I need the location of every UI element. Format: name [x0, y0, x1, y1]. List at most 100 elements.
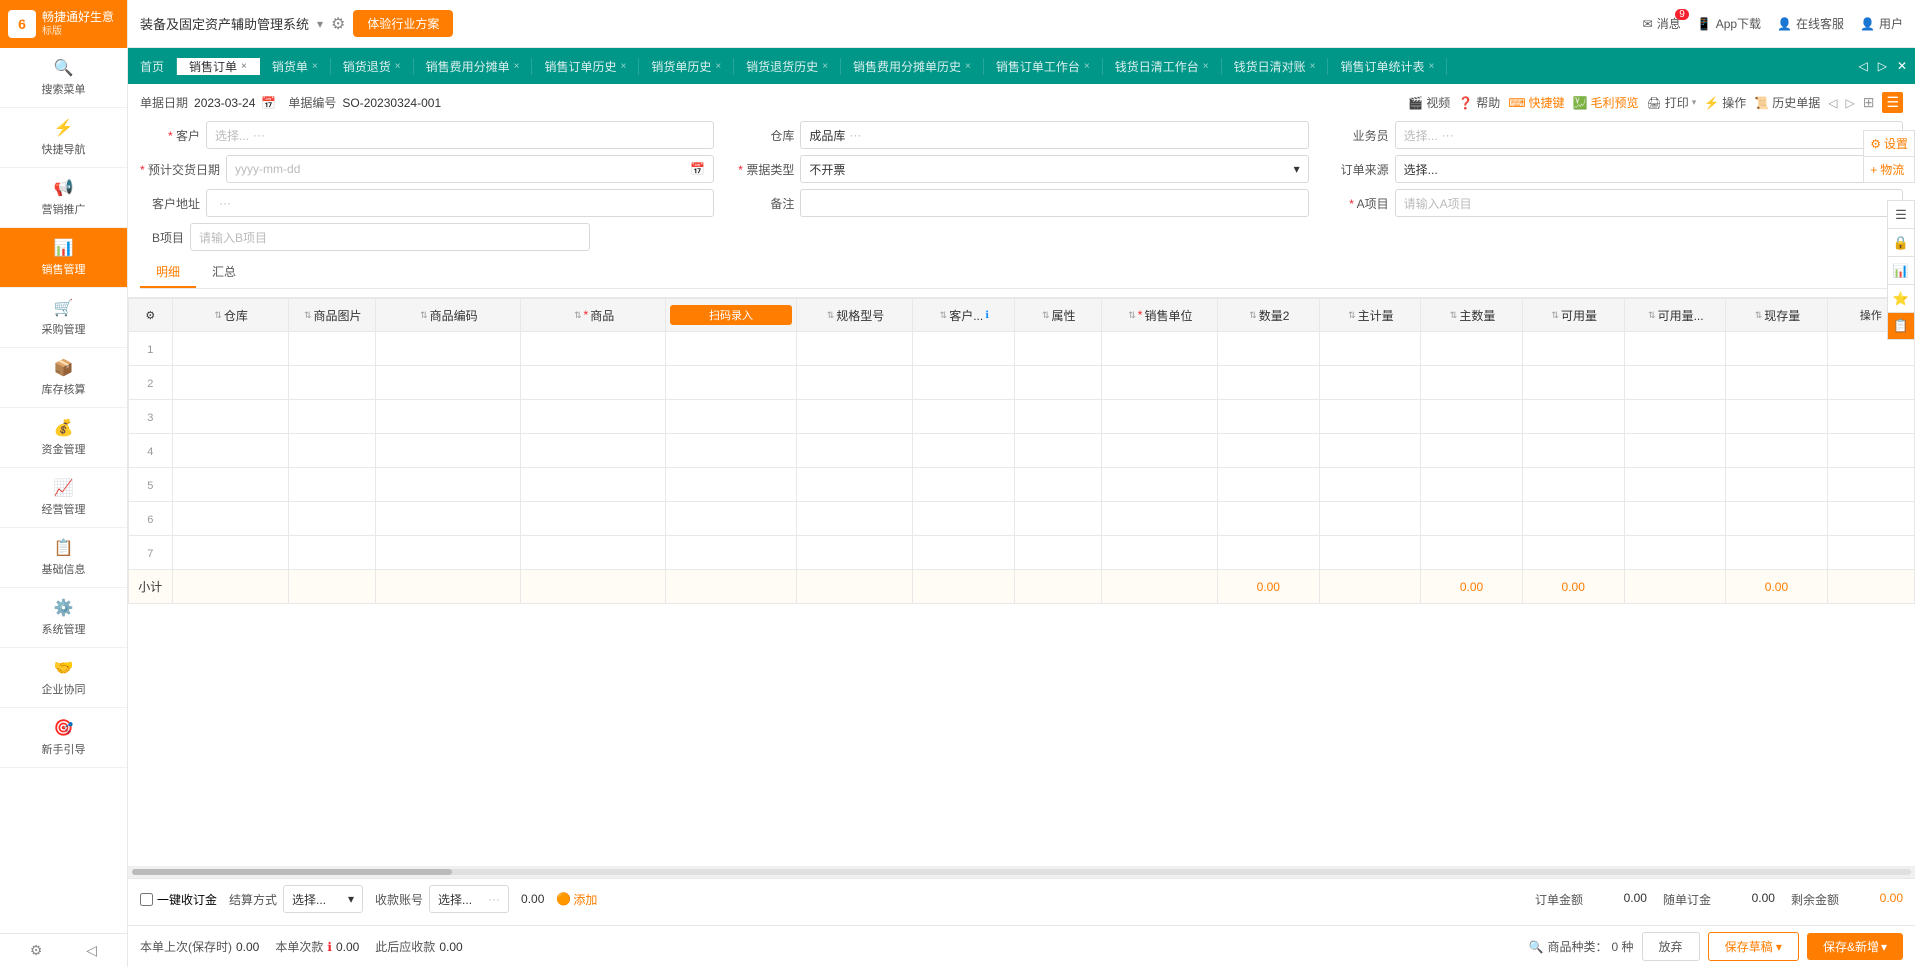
- invoice-type-select[interactable]: 不开票 ▾: [800, 155, 1308, 183]
- print-action[interactable]: 🖨 打印 ▾: [1647, 94, 1697, 111]
- col-attr[interactable]: ⇅属性: [1014, 299, 1101, 332]
- table-cell[interactable]: [288, 434, 375, 468]
- table-cell[interactable]: [913, 400, 1015, 434]
- table-cell[interactable]: [1014, 400, 1101, 434]
- table-cell[interactable]: [666, 400, 797, 434]
- customer-input[interactable]: 选择... ···: [206, 121, 714, 149]
- right-panel-3[interactable]: 📊: [1887, 256, 1915, 284]
- table-cell[interactable]: [1522, 536, 1624, 570]
- table-cell[interactable]: [913, 434, 1015, 468]
- table-cell[interactable]: [1624, 366, 1726, 400]
- one-click-check[interactable]: [140, 893, 153, 906]
- tab-close-3[interactable]: ×: [395, 61, 401, 72]
- col-avail[interactable]: ⇅可用量: [1522, 299, 1624, 332]
- receipt-account-select[interactable]: 选择... ···: [429, 885, 509, 913]
- table-cell[interactable]: [913, 366, 1015, 400]
- system-dropdown[interactable]: ▾: [317, 17, 323, 31]
- table-cell[interactable]: [1522, 434, 1624, 468]
- table-cell[interactable]: [1522, 502, 1624, 536]
- table-cell[interactable]: [288, 468, 375, 502]
- table-cell[interactable]: [1217, 400, 1319, 434]
- table-cell[interactable]: [1624, 332, 1726, 366]
- table-cell[interactable]: [172, 332, 288, 366]
- payment-method-select[interactable]: 选择... ▾: [283, 885, 363, 913]
- col-product[interactable]: ⇅*商品: [521, 299, 666, 332]
- sidebar-item-1[interactable]: ⚡快捷导航: [0, 108, 127, 168]
- table-cell[interactable]: [521, 468, 666, 502]
- list-icon[interactable]: ☰: [1882, 92, 1903, 113]
- col-warehouse[interactable]: ⇅仓库: [172, 299, 288, 332]
- app-download-item[interactable]: 📱 App下载: [1697, 15, 1761, 32]
- table-cell[interactable]: [1101, 468, 1217, 502]
- sidebar-item-8[interactable]: 📋基础信息: [0, 528, 127, 588]
- table-cell[interactable]: [913, 468, 1015, 502]
- table-cell[interactable]: [1726, 468, 1828, 502]
- table-cell[interactable]: [1101, 332, 1217, 366]
- col-settings[interactable]: ⚙: [129, 299, 173, 332]
- table-cell[interactable]: [1014, 434, 1101, 468]
- table-cell[interactable]: [796, 366, 912, 400]
- nav-tab-7[interactable]: 销货退货历史×: [734, 58, 841, 75]
- table-cell[interactable]: [1624, 434, 1726, 468]
- right-panel-1[interactable]: ☰: [1887, 200, 1915, 228]
- table-cell[interactable]: [1319, 434, 1421, 468]
- col-main-qty[interactable]: ⇅主数量: [1421, 299, 1523, 332]
- nav-tab-2[interactable]: 销货单×: [260, 58, 331, 75]
- table-cell[interactable]: [172, 400, 288, 434]
- table-cell[interactable]: [666, 502, 797, 536]
- table-cell[interactable]: [375, 332, 520, 366]
- table-scroll[interactable]: ⚙ ⇅仓库 ⇅商品图片 ⇅商品编码 ⇅*商品 扫码录入 ⇅规格型号 ⇅客户...…: [128, 298, 1915, 866]
- table-cell[interactable]: [1522, 332, 1624, 366]
- table-cell[interactable]: [521, 366, 666, 400]
- a-project-input[interactable]: 请输入A项目: [1395, 189, 1903, 217]
- col-customer-code[interactable]: ⇅客户... ℹ: [913, 299, 1015, 332]
- table-cell[interactable]: [913, 332, 1015, 366]
- col-scan[interactable]: 扫码录入: [666, 299, 797, 332]
- table-cell[interactable]: [796, 468, 912, 502]
- table-cell[interactable]: [1421, 400, 1523, 434]
- table-cell[interactable]: [1217, 366, 1319, 400]
- table-cell[interactable]: [288, 366, 375, 400]
- nav-tab-9[interactable]: 销售订单工作台×: [984, 58, 1103, 75]
- table-cell[interactable]: [288, 536, 375, 570]
- calendar-icon[interactable]: 📅: [261, 96, 276, 110]
- profit-action[interactable]: 💹 毛利预览: [1573, 94, 1639, 111]
- shortcut-action[interactable]: ⌨ 快捷键: [1508, 94, 1564, 111]
- table-cell[interactable]: [1319, 400, 1421, 434]
- collapse-icon[interactable]: ◁: [86, 942, 97, 959]
- col-qty2[interactable]: ⇅数量2: [1217, 299, 1319, 332]
- table-cell[interactable]: [1827, 536, 1914, 570]
- form-tab-0[interactable]: 明细: [140, 257, 196, 288]
- operation-action[interactable]: ⚡ 操作: [1704, 94, 1746, 111]
- table-cell[interactable]: [521, 400, 666, 434]
- table-cell[interactable]: [1522, 468, 1624, 502]
- sidebar-item-11[interactable]: 🎯新手引导: [0, 708, 127, 768]
- sidebar-item-10[interactable]: 🤝企业协同: [0, 648, 127, 708]
- one-click-checkbox[interactable]: 一键收订金: [140, 891, 217, 908]
- table-cell[interactable]: [521, 502, 666, 536]
- order-source-select[interactable]: 选择... ▾: [1395, 155, 1903, 183]
- draft-button[interactable]: 保存草稿 ▾: [1708, 932, 1799, 961]
- table-cell[interactable]: [796, 502, 912, 536]
- note-input[interactable]: [800, 189, 1308, 217]
- table-cell[interactable]: [1421, 332, 1523, 366]
- nav-prev-icon[interactable]: ◁: [1854, 57, 1871, 75]
- sidebar-item-5[interactable]: 📦库存核算: [0, 348, 127, 408]
- nav-tab-10[interactable]: 钱货日清工作台×: [1103, 58, 1222, 75]
- nav-next-icon[interactable]: ▷: [1845, 96, 1854, 110]
- table-cell[interactable]: [1319, 332, 1421, 366]
- col-main-unit[interactable]: ⇅主计量: [1319, 299, 1421, 332]
- topbar-settings-icon[interactable]: ⚙: [331, 14, 345, 34]
- tab-close-12[interactable]: ×: [1428, 61, 1434, 72]
- table-cell[interactable]: [172, 434, 288, 468]
- tab-close-5[interactable]: ×: [620, 61, 626, 72]
- table-cell[interactable]: [796, 332, 912, 366]
- online-service-item[interactable]: 👤 在线客服: [1777, 15, 1844, 32]
- col-spec[interactable]: ⇅规格型号: [796, 299, 912, 332]
- tab-close-4[interactable]: ×: [514, 61, 520, 72]
- table-cell[interactable]: [288, 502, 375, 536]
- sidebar-item-2[interactable]: 📢营销推广: [0, 168, 127, 228]
- grid-icon[interactable]: ⊞: [1863, 94, 1875, 111]
- nav-tab-4[interactable]: 销售费用分摊单×: [414, 58, 533, 75]
- table-cell[interactable]: [796, 536, 912, 570]
